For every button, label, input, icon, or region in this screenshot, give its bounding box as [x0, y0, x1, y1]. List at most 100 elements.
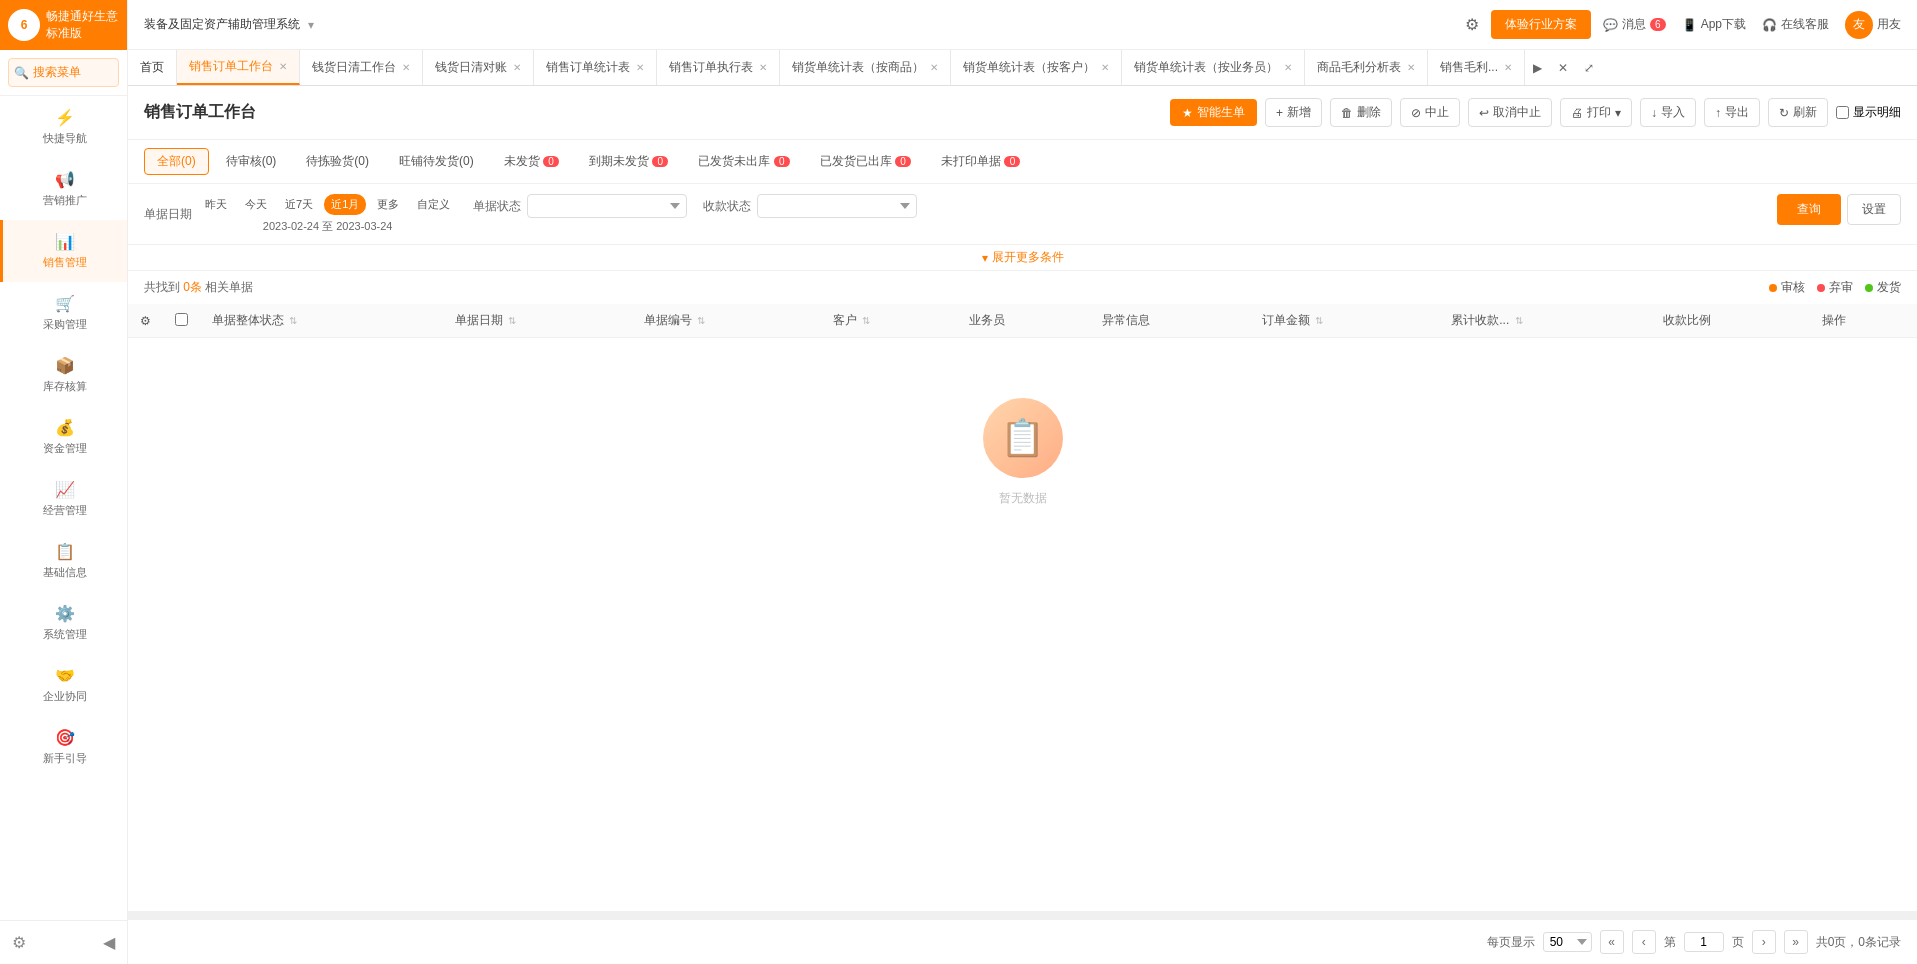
message-button[interactable]: 💬 消息 6: [1603, 16, 1666, 33]
sidebar-item-guide[interactable]: 🎯 新手引导: [0, 716, 127, 778]
last-page-button[interactable]: »: [1784, 930, 1808, 954]
review-action-button[interactable]: 审核: [1769, 279, 1805, 296]
select-all-checkbox[interactable]: [175, 313, 188, 326]
sub-tab-shipped-not-out[interactable]: 已发货未出库 0: [685, 148, 802, 175]
th-bill-date[interactable]: 单据日期 ⇅: [443, 304, 632, 338]
next-page-button[interactable]: ›: [1752, 930, 1776, 954]
query-button[interactable]: 查询: [1777, 194, 1841, 225]
page-title: 销售订单工作台: [144, 102, 256, 123]
sub-tab-shipped-out[interactable]: 已发货已出库 0: [807, 148, 924, 175]
page-input[interactable]: [1684, 932, 1724, 952]
tab-close-sales-stat[interactable]: ✕: [636, 62, 644, 73]
th-bill-no[interactable]: 单据编号 ⇅: [632, 304, 821, 338]
sub-tab-unshipped[interactable]: 未发货 0: [491, 148, 572, 175]
base-icon: 📋: [55, 542, 75, 561]
date-btn-7days[interactable]: 近7天: [278, 194, 320, 215]
quick-nav-label: 快捷导航: [43, 131, 87, 146]
tab-sales-staff[interactable]: 销货单统计表（按业务员） ✕: [1122, 50, 1305, 85]
date-btn-1month[interactable]: 近1月: [324, 194, 366, 215]
tab-close-sales-staff[interactable]: ✕: [1284, 62, 1292, 73]
smart-create-button[interactable]: ★ 智能生单: [1170, 99, 1257, 126]
tab-close-sales-margin[interactable]: ✕: [1504, 62, 1512, 73]
cancel-review-action-button[interactable]: 弃审: [1817, 279, 1853, 296]
page-size-select[interactable]: 50 20 100: [1543, 932, 1592, 952]
delete-button[interactable]: 🗑 删除: [1330, 98, 1392, 127]
tab-sales-product[interactable]: 销货单统计表（按商品） ✕: [780, 50, 951, 85]
sidebar-item-finance[interactable]: 💰 资金管理: [0, 406, 127, 468]
th-settings[interactable]: ⚙: [128, 304, 163, 338]
settings-button[interactable]: 设置: [1847, 194, 1901, 225]
tab-cash-daily[interactable]: 钱货日清工作台 ✕: [300, 50, 423, 85]
th-checkbox[interactable]: [163, 304, 200, 338]
date-btn-yesterday[interactable]: 昨天: [198, 194, 234, 215]
first-page-button[interactable]: «: [1600, 930, 1624, 954]
sidebar-item-inventory[interactable]: 📦 库存核算: [0, 344, 127, 406]
sub-tab-unprinted[interactable]: 未打印单据 0: [928, 148, 1033, 175]
tab-close-sales-workbench[interactable]: ✕: [279, 61, 287, 72]
tab-sales-exec[interactable]: 销售订单执行表 ✕: [657, 50, 780, 85]
sidebar-item-system[interactable]: ⚙️ 系统管理: [0, 592, 127, 654]
status-select[interactable]: [527, 194, 687, 218]
tab-margin-analysis[interactable]: 商品毛利分析表 ✕: [1305, 50, 1428, 85]
tab-close-cash-reconcile[interactable]: ✕: [513, 62, 521, 73]
stop-button[interactable]: ⊘ 中止: [1400, 98, 1460, 127]
tab-close-cash-daily[interactable]: ✕: [402, 62, 410, 73]
import-button[interactable]: ↓ 导入: [1640, 98, 1696, 127]
expand-filter-button[interactable]: ▾ 展开更多条件: [982, 249, 1064, 266]
date-btn-more[interactable]: 更多: [370, 194, 406, 215]
sidebar-collapse-btn[interactable]: ◀: [103, 933, 115, 952]
export-button[interactable]: ↑ 导出: [1704, 98, 1760, 127]
show-detail-checkbox[interactable]: [1836, 106, 1849, 119]
sidebar-item-enterprise[interactable]: 🤝 企业协同: [0, 654, 127, 716]
search-menu-button[interactable]: 🔍 搜索菜单: [8, 58, 119, 87]
horizontal-scrollbar[interactable]: [128, 911, 1917, 919]
sidebar-item-purchase[interactable]: 🛒 采购管理: [0, 282, 127, 344]
tab-close-sales-product[interactable]: ✕: [930, 62, 938, 73]
sidebar-item-base[interactable]: 📋 基础信息: [0, 530, 127, 592]
print-dropdown-icon: ▾: [1615, 106, 1621, 120]
tabbar-more[interactable]: ▶: [1525, 61, 1550, 75]
date-btn-custom[interactable]: 自定义: [410, 194, 457, 215]
th-cumulative[interactable]: 累计收款... ⇅: [1439, 304, 1651, 338]
tabbar-maximize[interactable]: ⤢: [1576, 61, 1602, 75]
prev-page-button[interactable]: ‹: [1632, 930, 1656, 954]
industry-plan-button[interactable]: 体验行业方案: [1491, 10, 1591, 39]
payment-select[interactable]: [757, 194, 917, 218]
refresh-button[interactable]: ↻ 刷新: [1768, 98, 1828, 127]
show-detail-checkbox-label[interactable]: 显示明细: [1836, 104, 1901, 121]
user-menu-button[interactable]: 友 用友: [1845, 11, 1901, 39]
tab-close-margin-analysis[interactable]: ✕: [1407, 62, 1415, 73]
tab-home[interactable]: 首页: [128, 50, 177, 85]
tabbar-close-all[interactable]: ✕: [1550, 61, 1576, 75]
sidebar-item-marketing[interactable]: 📢 营销推广: [0, 158, 127, 220]
tab-sales-workbench[interactable]: 销售订单工作台 ✕: [177, 50, 300, 85]
print-button[interactable]: 🖨 打印 ▾: [1560, 98, 1632, 127]
cancel-stop-button[interactable]: ↩ 取消中止: [1468, 98, 1552, 127]
app-download-button[interactable]: 📱 App下载: [1682, 16, 1746, 33]
sidebar-settings-btn[interactable]: ⚙: [12, 933, 26, 952]
sidebar-item-quick-nav[interactable]: ⚡ 快捷导航: [0, 96, 127, 158]
sub-tab-all[interactable]: 全部(0): [144, 148, 209, 175]
add-button[interactable]: + 新增: [1265, 98, 1322, 127]
tab-cash-reconcile[interactable]: 钱货日清对账 ✕: [423, 50, 534, 85]
tab-close-sales-exec[interactable]: ✕: [759, 62, 767, 73]
th-amount[interactable]: 订单金额 ⇅: [1250, 304, 1439, 338]
sub-tab-pending-inspect[interactable]: 待拣验货(0): [293, 148, 382, 175]
tab-sales-stat[interactable]: 销售订单统计表 ✕: [534, 50, 657, 85]
tab-sales-margin[interactable]: 销售毛利... ✕: [1428, 50, 1525, 85]
th-customer[interactable]: 客户 ⇅: [821, 304, 957, 338]
settings-icon[interactable]: ⚙: [1465, 15, 1479, 34]
tab-sales-customer[interactable]: 销货单统计表（按客户） ✕: [951, 50, 1122, 85]
sidebar-item-operations[interactable]: 📈 经营管理: [0, 468, 127, 530]
enterprise-icon: 🤝: [55, 666, 75, 685]
table-settings-icon[interactable]: ⚙: [140, 314, 151, 328]
date-btn-today[interactable]: 今天: [238, 194, 274, 215]
ship-action-button[interactable]: 发货: [1865, 279, 1901, 296]
sub-tab-pending-review[interactable]: 待审核(0): [213, 148, 290, 175]
th-bill-status[interactable]: 单据整体状态 ⇅: [200, 304, 443, 338]
online-service-button[interactable]: 🎧 在线客服: [1762, 16, 1829, 33]
sub-tab-wangpu-ship[interactable]: 旺铺待发货(0): [386, 148, 487, 175]
tab-close-sales-customer[interactable]: ✕: [1101, 62, 1109, 73]
sidebar-item-sales[interactable]: 📊 销售管理: [0, 220, 127, 282]
sub-tab-overdue-ship[interactable]: 到期未发货 0: [576, 148, 681, 175]
